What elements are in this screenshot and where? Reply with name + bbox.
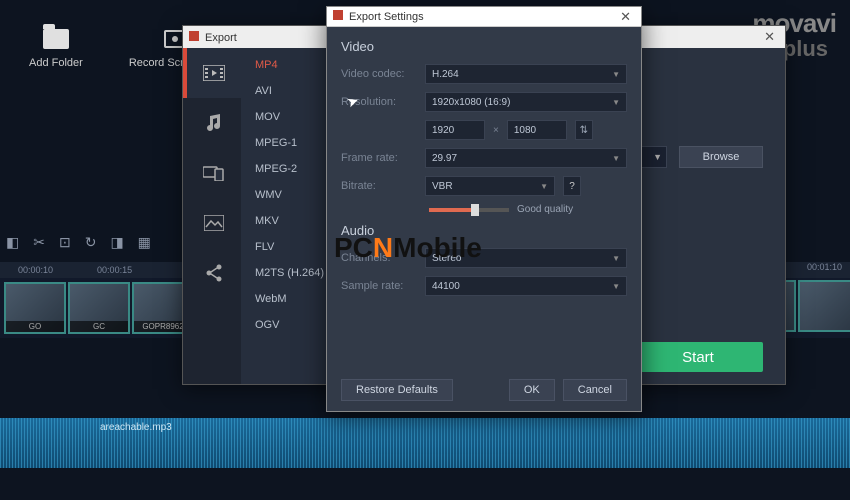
format-item[interactable]: AVI bbox=[241, 78, 337, 104]
app-icon bbox=[333, 10, 343, 20]
samplerate-label: Sample rate: bbox=[341, 280, 417, 292]
ok-button[interactable]: OK bbox=[509, 379, 555, 401]
audio-section-title: Audio bbox=[341, 223, 627, 238]
settings-title: Export Settings bbox=[349, 11, 424, 23]
format-item[interactable]: M2TS (H.264) bbox=[241, 260, 337, 286]
chevron-down-icon: ▼ bbox=[612, 70, 620, 79]
framerate-dropdown[interactable]: 29.97▼ bbox=[425, 148, 627, 168]
category-audio[interactable] bbox=[183, 98, 241, 148]
codec-dropdown[interactable]: H.264▼ bbox=[425, 64, 627, 84]
tool-icon[interactable]: ◨ bbox=[110, 234, 123, 251]
export-category-column bbox=[183, 48, 241, 384]
crop-icon[interactable]: ⊡ bbox=[59, 234, 71, 251]
format-list: MP4 AVI MOV MPEG-1 MPEG-2 WMV MKV FLV M2… bbox=[241, 48, 337, 384]
add-folder-button[interactable]: Add Folder bbox=[20, 22, 92, 74]
cut-icon[interactable]: ✂ bbox=[33, 234, 45, 251]
video-clip[interactable]: GC bbox=[68, 282, 130, 334]
video-clip[interactable]: GO bbox=[4, 282, 66, 334]
chevron-down-icon: ▼ bbox=[612, 282, 620, 291]
bitrate-label: Bitrate: bbox=[341, 180, 417, 192]
quality-slider[interactable] bbox=[429, 208, 509, 212]
brand-suffix: plus bbox=[783, 36, 828, 62]
codec-label: Video codec: bbox=[341, 68, 417, 80]
timecode: 00:00:15 bbox=[97, 265, 132, 275]
browse-button[interactable]: Browse bbox=[679, 146, 763, 168]
category-image[interactable] bbox=[183, 198, 241, 248]
rotate-icon[interactable]: ↻ bbox=[85, 234, 97, 251]
format-item[interactable]: MPEG-2 bbox=[241, 156, 337, 182]
tool-icon[interactable]: ◧ bbox=[6, 234, 19, 251]
category-video[interactable] bbox=[183, 48, 241, 98]
resolution-dropdown[interactable]: 1920x1080 (16:9)▼ bbox=[425, 92, 627, 112]
export-title: Export bbox=[205, 32, 237, 44]
folder-icon bbox=[43, 29, 69, 49]
chevron-down-icon: ▼ bbox=[612, 154, 620, 163]
timecode: 00:01:10 bbox=[807, 262, 842, 272]
restore-defaults-button[interactable]: Restore Defaults bbox=[341, 379, 453, 401]
channels-label: Channels: bbox=[341, 252, 417, 264]
format-item[interactable]: MPEG-1 bbox=[241, 130, 337, 156]
cancel-button[interactable]: Cancel bbox=[563, 379, 627, 401]
samplerate-dropdown[interactable]: 44100▼ bbox=[425, 276, 627, 296]
category-share[interactable] bbox=[183, 248, 241, 298]
times-symbol: × bbox=[493, 125, 499, 136]
clip-label: GO bbox=[6, 321, 64, 332]
bitrate-dropdown[interactable]: VBR▼ bbox=[425, 176, 555, 196]
edit-tools-row: ◧ ✂ ⊡ ↻ ◨ ▦ bbox=[6, 234, 151, 251]
timecode: 00:00:10 bbox=[18, 265, 53, 275]
app-icon bbox=[189, 31, 199, 41]
music-icon bbox=[204, 113, 224, 133]
close-icon[interactable]: ✕ bbox=[616, 9, 635, 25]
channels-dropdown[interactable]: Stereo▼ bbox=[425, 248, 627, 268]
format-item[interactable]: MP4 bbox=[241, 52, 337, 78]
chevron-down-icon: ▼ bbox=[540, 182, 548, 191]
audio-track[interactable]: areachable.mp3 bbox=[0, 418, 850, 468]
framerate-label: Frame rate: bbox=[341, 152, 417, 164]
resolution-label: Resolution: bbox=[341, 96, 417, 108]
help-icon[interactable]: ? bbox=[563, 176, 581, 196]
chevron-down-icon: ▼ bbox=[612, 254, 620, 263]
video-icon bbox=[203, 65, 225, 81]
export-settings-dialog: Export Settings ✕ ➤ Video Video codec: H… bbox=[326, 6, 642, 412]
format-item[interactable]: FLV bbox=[241, 234, 337, 260]
video-section-title: Video bbox=[341, 39, 627, 54]
format-item[interactable]: OGV bbox=[241, 312, 337, 338]
clip-label: GC bbox=[70, 321, 128, 332]
close-icon[interactable]: ✕ bbox=[760, 29, 779, 45]
tool-icon[interactable]: ▦ bbox=[138, 234, 151, 251]
video-clip[interactable] bbox=[798, 280, 850, 332]
image-icon bbox=[204, 215, 224, 231]
add-folder-label: Add Folder bbox=[29, 57, 83, 69]
resolution-height-input[interactable]: 1080 bbox=[507, 120, 567, 140]
category-devices[interactable] bbox=[183, 148, 241, 198]
format-item[interactable]: MKV bbox=[241, 208, 337, 234]
audio-clip-label: areachable.mp3 bbox=[100, 422, 172, 433]
link-aspect-icon[interactable]: ⇅ bbox=[575, 120, 593, 140]
resolution-width-input[interactable]: 1920 bbox=[425, 120, 485, 140]
chevron-down-icon: ▼ bbox=[612, 98, 620, 107]
devices-icon bbox=[203, 165, 225, 181]
format-item[interactable]: WebM bbox=[241, 286, 337, 312]
start-button[interactable]: Start bbox=[633, 342, 763, 372]
format-item[interactable]: WMV bbox=[241, 182, 337, 208]
format-item[interactable]: MOV bbox=[241, 104, 337, 130]
settings-titlebar[interactable]: Export Settings ✕ bbox=[327, 7, 641, 27]
share-icon bbox=[205, 264, 223, 282]
slider-thumb[interactable] bbox=[471, 204, 479, 216]
quality-text: Good quality bbox=[517, 204, 573, 215]
